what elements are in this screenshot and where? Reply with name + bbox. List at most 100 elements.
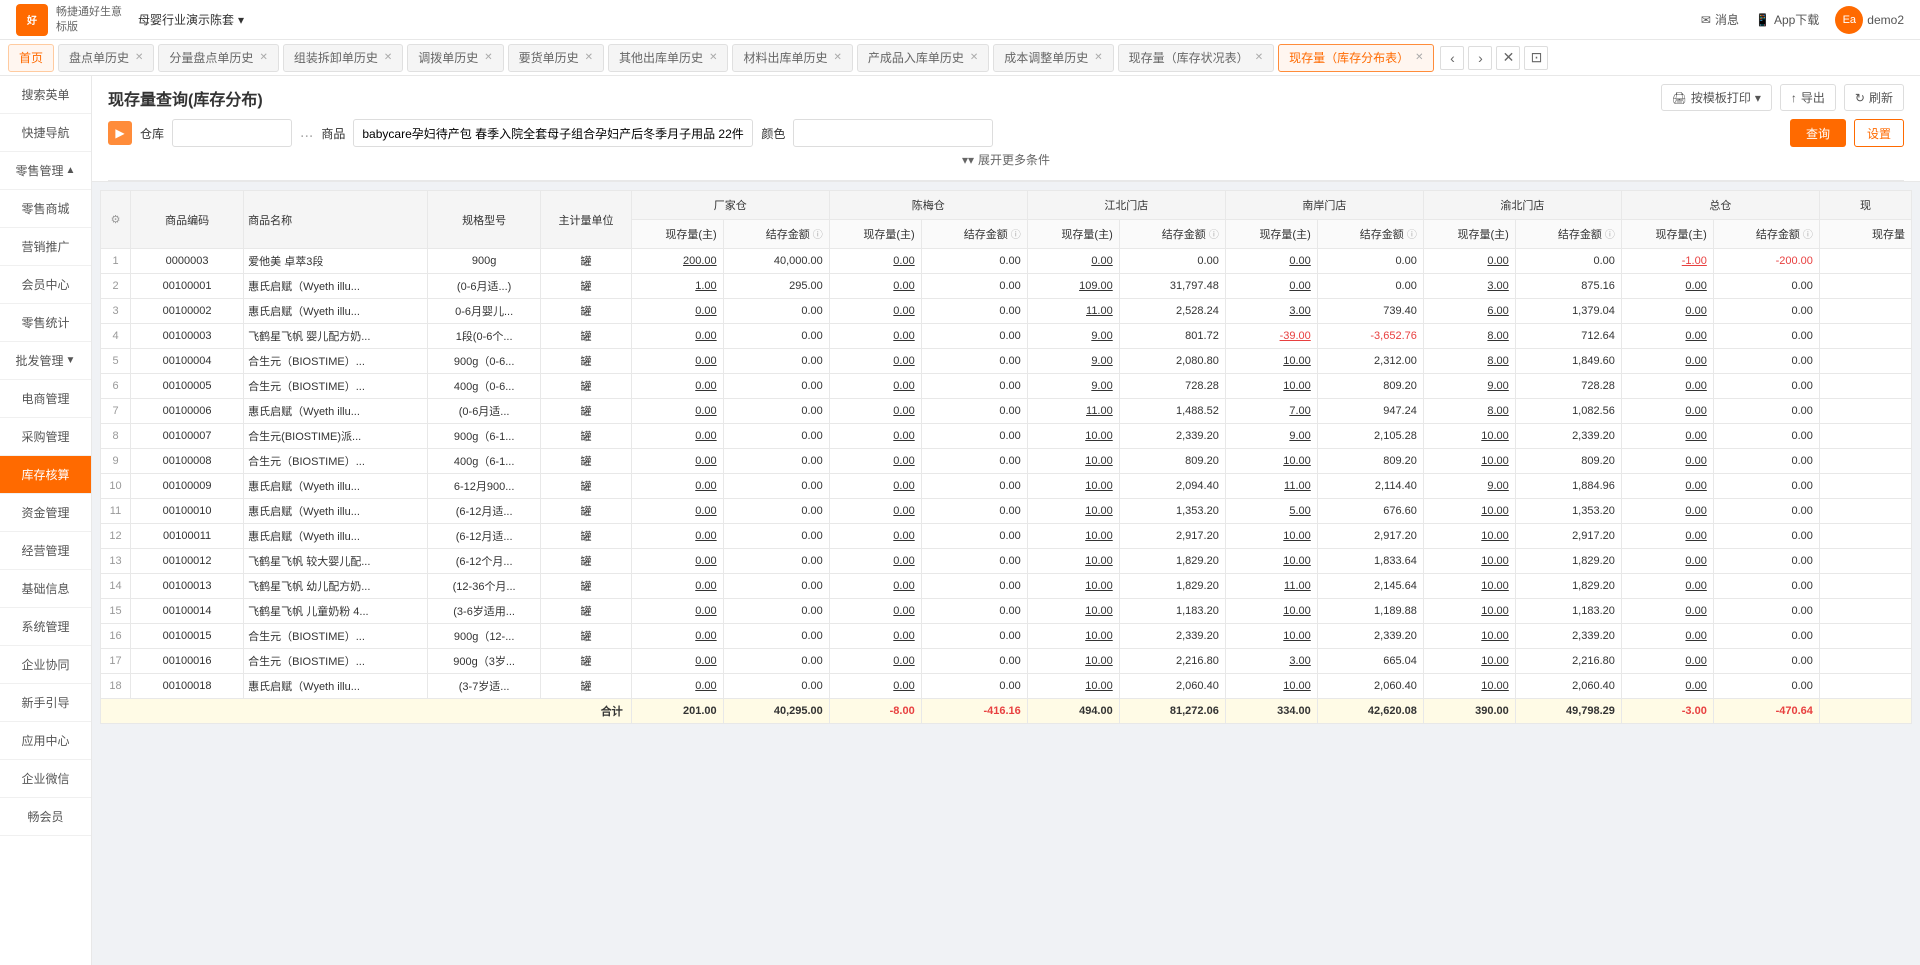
tab-close-zuzhuang[interactable]: ✕ — [384, 52, 392, 63]
cell-nanan-qty[interactable]: 10.00 — [1225, 624, 1317, 649]
cell-factory-qty[interactable]: 0.00 — [631, 649, 723, 674]
sidebar-item-guide[interactable]: 新手引导 — [0, 684, 91, 722]
cell-factory-qty[interactable]: 0.00 — [631, 424, 723, 449]
tab-close-xiancunl2[interactable]: ✕ — [1415, 52, 1423, 63]
cell-yubei-qty[interactable]: 10.00 — [1423, 424, 1515, 449]
cell-total-qty[interactable]: 0.00 — [1621, 574, 1713, 599]
cell-chen-qty[interactable]: 0.00 — [829, 249, 921, 274]
cell-factory-qty[interactable]: 0.00 — [631, 299, 723, 324]
tab-close-diaobo[interactable]: ✕ — [484, 52, 492, 63]
cell-total-qty[interactable]: 0.00 — [1621, 399, 1713, 424]
cell-nanan-qty[interactable]: 10.00 — [1225, 674, 1317, 699]
cell-yubei-qty[interactable]: 9.00 — [1423, 474, 1515, 499]
tab-nav-expand[interactable]: ⊡ — [1524, 46, 1548, 70]
cell-chen-qty[interactable]: 0.00 — [829, 474, 921, 499]
cell-nanan-qty[interactable]: 10.00 — [1225, 349, 1317, 374]
sidebar-item-quicknav[interactable]: 快捷导航 — [0, 114, 91, 152]
cell-jiangbei-qty[interactable]: 10.00 — [1027, 624, 1119, 649]
cell-nanan-qty[interactable]: 10.00 — [1225, 449, 1317, 474]
cell-yubei-qty[interactable]: 10.00 — [1423, 599, 1515, 624]
sidebar-item-ecommerce[interactable]: 电商管理 — [0, 380, 91, 418]
cell-chen-qty[interactable]: 0.00 — [829, 574, 921, 599]
cell-jiangbei-qty[interactable]: 9.00 — [1027, 324, 1119, 349]
cell-nanan-qty[interactable]: 11.00 — [1225, 574, 1317, 599]
cell-factory-qty[interactable]: 0.00 — [631, 624, 723, 649]
chen-amt-info-icon[interactable]: ⓘ — [1011, 230, 1021, 241]
cell-jiangbei-qty[interactable]: 10.00 — [1027, 574, 1119, 599]
tab-close-xiancunl1[interactable]: ✕ — [1255, 52, 1263, 63]
sidebar-item-search[interactable]: 搜索英单 — [0, 76, 91, 114]
cell-chen-qty[interactable]: 0.00 — [829, 274, 921, 299]
cell-chen-qty[interactable]: 0.00 — [829, 399, 921, 424]
cell-chen-qty[interactable]: 0.00 — [829, 349, 921, 374]
tab-close-fenliang[interactable]: ✕ — [259, 52, 267, 63]
sidebar-item-cooperation[interactable]: 企业协同 — [0, 646, 91, 684]
cell-total-qty[interactable]: 0.00 — [1621, 499, 1713, 524]
cell-yubei-qty[interactable]: 10.00 — [1423, 624, 1515, 649]
cell-nanan-qty[interactable]: 10.00 — [1225, 599, 1317, 624]
cell-factory-qty[interactable]: 0.00 — [631, 349, 723, 374]
cell-chen-qty[interactable]: 0.00 — [829, 549, 921, 574]
tab-pandian[interactable]: 盘点单历史 ✕ — [58, 44, 154, 72]
cell-jiangbei-qty[interactable]: 10.00 — [1027, 549, 1119, 574]
cell-yubei-qty[interactable]: 3.00 — [1423, 274, 1515, 299]
yubei-amt-info-icon[interactable]: ⓘ — [1605, 230, 1615, 241]
cell-chen-qty[interactable]: 0.00 — [829, 649, 921, 674]
sidebar-item-wholesale[interactable]: 批发管理▼ — [0, 342, 91, 380]
tab-xiancunl2[interactable]: 现存量（库存分布表） ✕ — [1278, 44, 1434, 72]
cell-total-qty[interactable]: 0.00 — [1621, 274, 1713, 299]
cell-jiangbei-qty[interactable]: 10.00 — [1027, 474, 1119, 499]
tab-close-yaohuo[interactable]: ✕ — [585, 52, 593, 63]
cell-chen-qty[interactable]: 0.00 — [829, 424, 921, 449]
cell-yubei-qty[interactable]: 10.00 — [1423, 574, 1515, 599]
sidebar-item-marketing[interactable]: 营销推广 — [0, 228, 91, 266]
cell-yubei-qty[interactable]: 8.00 — [1423, 399, 1515, 424]
cell-yubei-qty[interactable]: 10.00 — [1423, 524, 1515, 549]
warehouse-input[interactable] — [172, 119, 292, 147]
print-btn[interactable]: 🖨 按模板打印 ▾ — [1661, 84, 1772, 111]
cell-total-qty[interactable]: 0.00 — [1621, 449, 1713, 474]
tab-diaobo[interactable]: 调拨单历史 ✕ — [407, 44, 503, 72]
sidebar-item-operations[interactable]: 经营管理 — [0, 532, 91, 570]
cell-yubei-qty[interactable]: 6.00 — [1423, 299, 1515, 324]
tab-close-cailiao[interactable]: ✕ — [833, 52, 841, 63]
nanan-amt-info-icon[interactable]: ⓘ — [1407, 230, 1417, 241]
cell-factory-qty[interactable]: 0.00 — [631, 674, 723, 699]
cell-nanan-qty[interactable]: -39.00 — [1225, 324, 1317, 349]
cell-jiangbei-qty[interactable]: 0.00 — [1027, 249, 1119, 274]
tab-qitachuku[interactable]: 其他出库单历史 ✕ — [608, 44, 728, 72]
tab-close-chengben[interactable]: ✕ — [1094, 52, 1102, 63]
tab-close-chanpin[interactable]: ✕ — [970, 52, 978, 63]
cell-factory-qty[interactable]: 0.00 — [631, 499, 723, 524]
search-btn[interactable]: 查询 — [1790, 119, 1846, 147]
cell-yubei-qty[interactable]: 10.00 — [1423, 649, 1515, 674]
tab-nav-prev[interactable]: ‹ — [1440, 46, 1464, 70]
cell-chen-qty[interactable]: 0.00 — [829, 449, 921, 474]
cell-jiangbei-qty[interactable]: 10.00 — [1027, 449, 1119, 474]
tab-nav-close[interactable]: ✕ — [1496, 46, 1520, 70]
cell-yubei-qty[interactable]: 10.00 — [1423, 674, 1515, 699]
tab-chengben[interactable]: 成本调整单历史 ✕ — [993, 44, 1113, 72]
cell-chen-qty[interactable]: 0.00 — [829, 674, 921, 699]
cell-chen-qty[interactable]: 0.00 — [829, 599, 921, 624]
cell-yubei-qty[interactable]: 9.00 — [1423, 374, 1515, 399]
sidebar-item-finance[interactable]: 资金管理 — [0, 494, 91, 532]
app-download-btn[interactable]: 📱 App下载 — [1755, 11, 1819, 28]
filter-expand-btn[interactable]: ▶ — [108, 121, 132, 145]
cell-chen-qty[interactable]: 0.00 — [829, 524, 921, 549]
cell-nanan-qty[interactable]: 3.00 — [1225, 299, 1317, 324]
sidebar-item-retail-mall[interactable]: 零售商城 — [0, 190, 91, 228]
tab-yaohuo[interactable]: 要货单历史 ✕ — [508, 44, 604, 72]
cell-nanan-qty[interactable]: 11.00 — [1225, 474, 1317, 499]
message-btn[interactable]: ✉ 消息 — [1701, 11, 1739, 28]
cell-total-qty[interactable]: 0.00 — [1621, 624, 1713, 649]
cell-total-qty[interactable]: 0.00 — [1621, 324, 1713, 349]
cell-yubei-qty[interactable]: 10.00 — [1423, 449, 1515, 474]
cell-jiangbei-qty[interactable]: 10.00 — [1027, 424, 1119, 449]
cell-jiangbei-qty[interactable]: 10.00 — [1027, 674, 1119, 699]
tab-zuzhuang[interactable]: 组装拆卸单历史 ✕ — [283, 44, 403, 72]
settings-icon[interactable]: ⚙ — [111, 214, 121, 226]
expand-more-btn[interactable]: ▾▾ 展开更多条件 — [108, 147, 1904, 172]
cell-nanan-qty[interactable]: 9.00 — [1225, 424, 1317, 449]
cell-total-qty[interactable]: -1.00 — [1621, 249, 1713, 274]
